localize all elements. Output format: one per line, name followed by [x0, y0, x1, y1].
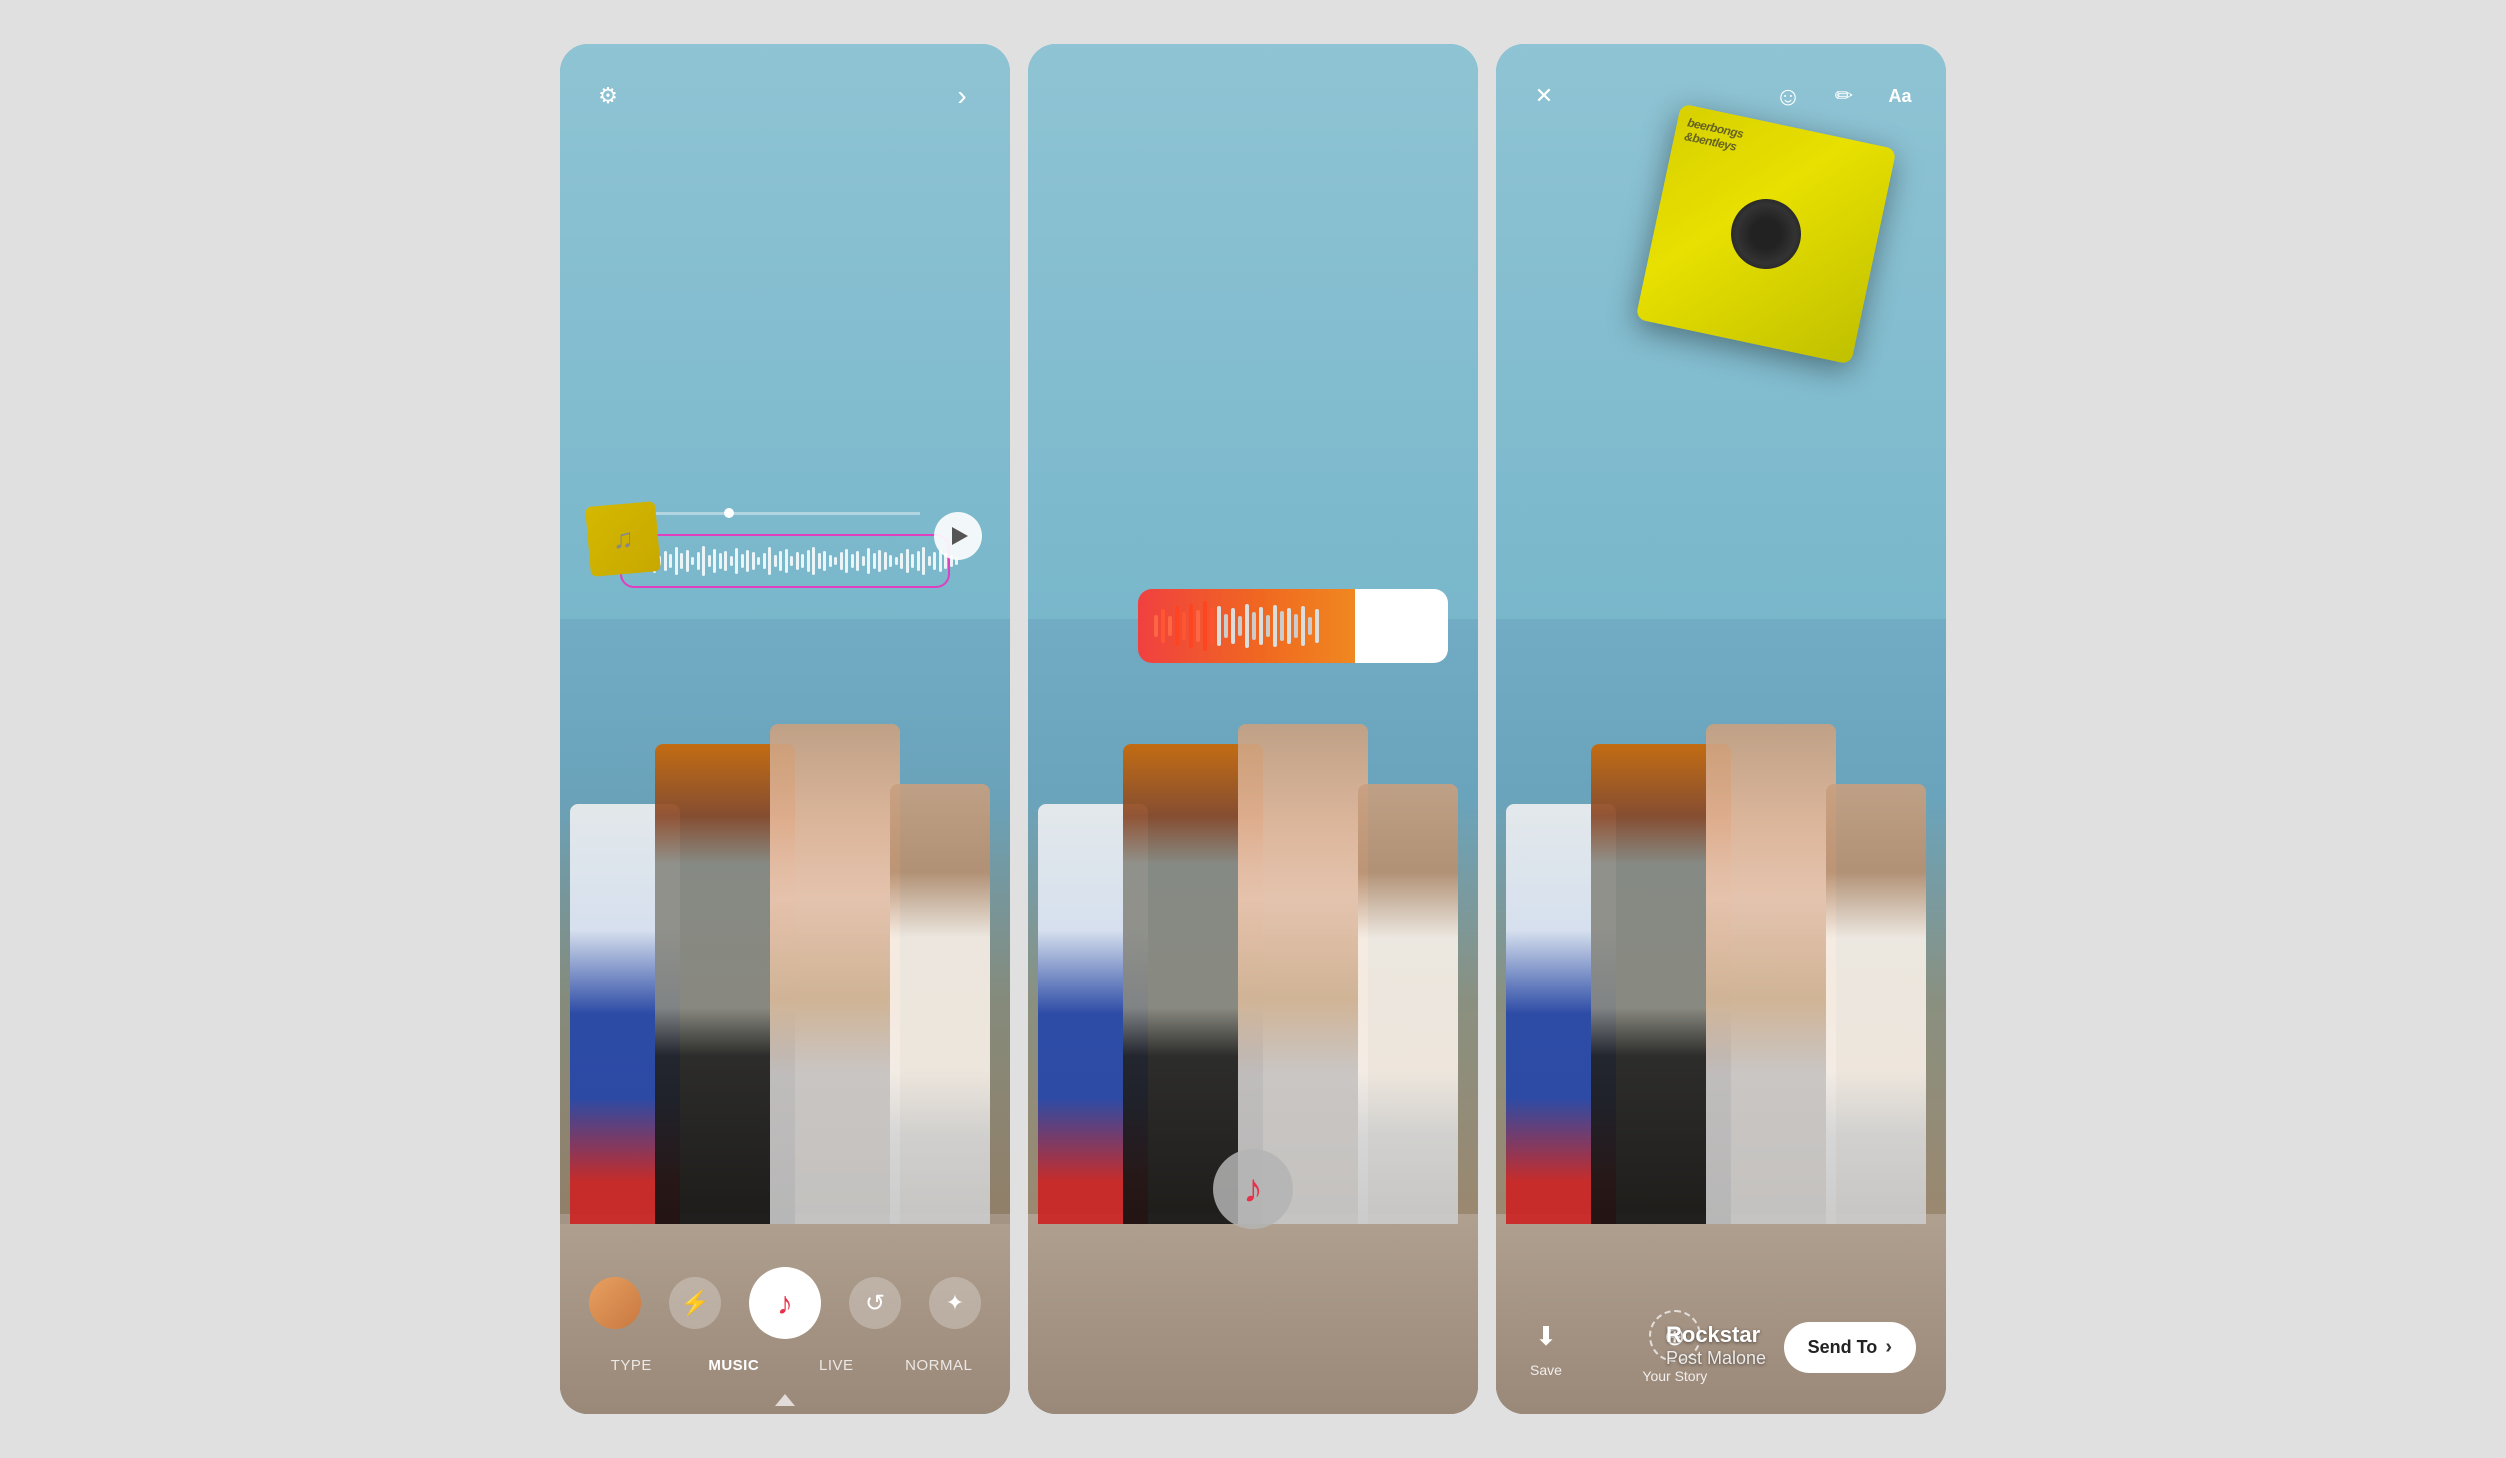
chevron-right-icon: › — [957, 80, 966, 112]
save-icon: ⬇ — [1526, 1316, 1566, 1356]
people-area-2 — [1028, 704, 1478, 1224]
people-area — [560, 704, 1010, 1224]
album-art-large[interactable]: beerbongs&bentleys — [1656, 124, 1876, 344]
album-cover-small: ♫ — [585, 501, 661, 577]
music-button-p2[interactable]: ♪ — [1213, 1149, 1293, 1229]
flip-icon-circle: ↺ — [849, 1277, 901, 1329]
toolbar-icon-row: ⚡ ♪ ↺ ✦ — [560, 1255, 1010, 1351]
gallery-button[interactable] — [589, 1277, 641, 1329]
normal-label[interactable]: NORMAL — [899, 1357, 979, 1374]
effects-icon-circle: ✦ — [929, 1277, 981, 1329]
track-title: Rockstar — [1666, 1322, 1766, 1348]
music-label[interactable]: MUSIC — [694, 1357, 774, 1374]
p2-person-4 — [1358, 784, 1458, 1224]
live-label[interactable]: LIVE — [796, 1357, 876, 1374]
face-icon: ☺ — [1775, 81, 1802, 112]
toolbar-labels: TYPE MUSIC LIVE NORMAL — [560, 1351, 1010, 1394]
pencil-icon: ✏ — [1835, 83, 1853, 109]
p3-person-3 — [1706, 724, 1836, 1224]
your-story-label: Your Story — [1642, 1368, 1707, 1384]
bottom-arrow — [560, 1394, 1010, 1414]
flip-button[interactable]: ↺ — [849, 1277, 901, 1329]
send-to-button[interactable]: Send To › — [1784, 1322, 1916, 1373]
draw-button[interactable]: ✏ — [1826, 78, 1862, 114]
music-icon-circle: ♪ — [749, 1267, 821, 1339]
face-effects-button[interactable]: ☺ — [1770, 78, 1806, 114]
close-icon: ✕ — [1535, 83, 1553, 109]
waveform-bars — [636, 546, 958, 576]
album-cover-large: beerbongs&bentleys — [1636, 104, 1897, 365]
audio-scrubber[interactable] — [640, 512, 920, 515]
save-label: Save — [1530, 1362, 1562, 1378]
close-button[interactable]: ✕ — [1524, 76, 1564, 116]
album-art-small: ♫ — [588, 504, 658, 574]
bottom-toolbar-1: ⚡ ♪ ↺ ✦ — [560, 1255, 1010, 1414]
waveform-container — [620, 534, 950, 588]
download-icon: ⬇ — [1535, 1321, 1557, 1352]
gear-icon: ⚙ — [598, 83, 618, 109]
settings-button[interactable]: ⚙ — [588, 76, 628, 116]
ground-bg-2 — [1028, 1214, 1478, 1414]
panel-1: ⚙ › ♫ — [560, 44, 1010, 1414]
flash-button[interactable]: ⚡ — [669, 1277, 721, 1329]
music-sticker-panel2[interactable] — [1138, 589, 1448, 663]
artist-name: Post Malone — [1666, 1348, 1766, 1369]
play-icon — [952, 527, 968, 545]
track-info: Rockstar Post Malone — [1666, 1322, 1766, 1369]
p3-person-4 — [1826, 784, 1926, 1224]
top-right-actions: ☺ ✏ Aa — [1770, 78, 1918, 114]
people-area-3 — [1496, 704, 1946, 1224]
music-button[interactable]: ♪ — [749, 1267, 821, 1339]
next-button[interactable]: › — [942, 76, 982, 116]
panel-3: ✕ ☺ ✏ Aa beerbongs&bentleys — [1496, 44, 1946, 1414]
send-chevron-icon: › — [1885, 1336, 1892, 1359]
flash-icon: ⚡ — [680, 1289, 710, 1318]
text-icon: Aa — [1888, 86, 1911, 107]
text-button[interactable]: Aa — [1882, 78, 1918, 114]
person-3 — [770, 724, 900, 1224]
scrubber-dot — [724, 508, 734, 518]
play-button[interactable] — [934, 512, 982, 560]
music-note-icon-p2: ♪ — [1243, 1167, 1263, 1212]
panel-2: ♪ — [1028, 44, 1478, 1414]
save-button[interactable]: ⬇ Save — [1526, 1316, 1566, 1378]
type-label[interactable]: TYPE — [591, 1357, 671, 1374]
effects-icon: ✦ — [946, 1290, 964, 1316]
person-4 — [890, 784, 990, 1224]
music-icon: ♪ — [777, 1285, 793, 1322]
flash-icon-circle: ⚡ — [669, 1277, 721, 1329]
top-controls-3: ✕ ☺ ✏ Aa — [1496, 76, 1946, 116]
waveform-sticker-colored — [1138, 589, 1448, 663]
top-controls-1: ⚙ › — [560, 76, 1010, 116]
music-sticker-panel1[interactable] — [620, 534, 950, 588]
flip-icon: ↺ — [865, 1289, 885, 1318]
wall-bg-2 — [1028, 44, 1478, 619]
effects-button[interactable]: ✦ — [929, 1277, 981, 1329]
avatar-icon — [589, 1277, 641, 1329]
send-to-label: Send To — [1808, 1337, 1878, 1358]
arrow-up-icon — [775, 1394, 795, 1406]
